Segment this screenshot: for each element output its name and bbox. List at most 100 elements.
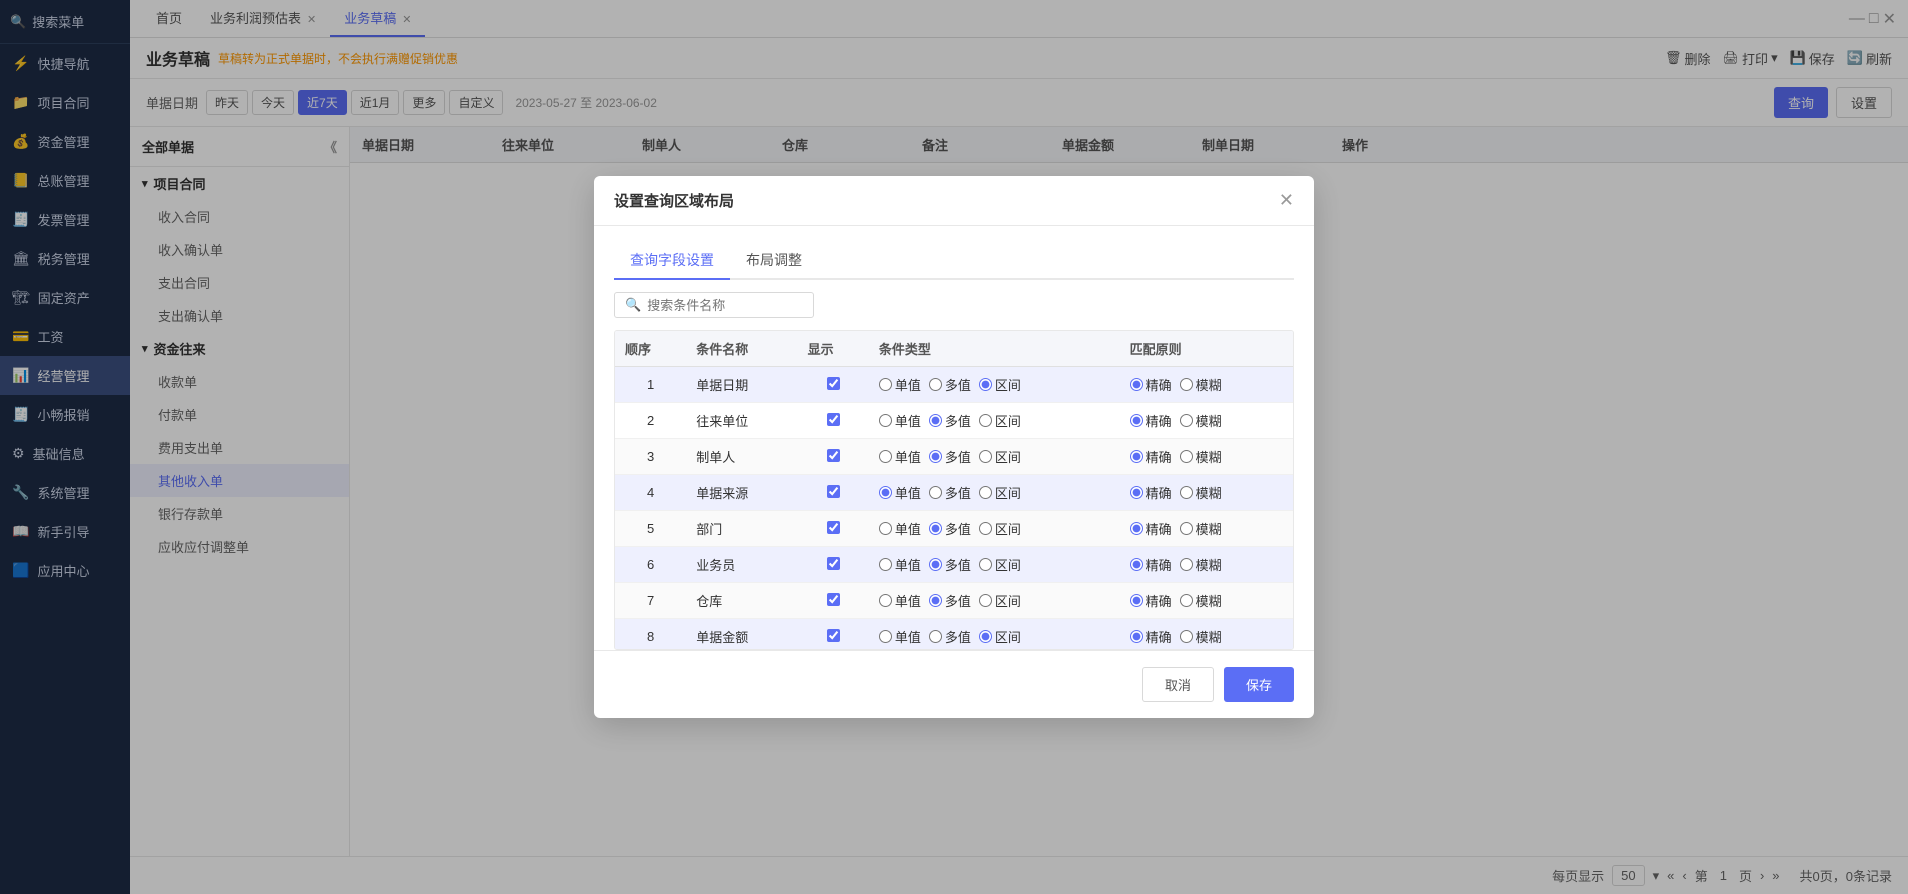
table-row: 4单据来源单值多值区间精确模糊 (615, 475, 1293, 511)
condtype-radio-7-多值[interactable]: 多值 (929, 591, 971, 610)
match-radio-5-精确[interactable]: 精确 (1130, 519, 1172, 538)
condtype-radio-5-多值[interactable]: 多值 (929, 519, 971, 538)
match-radio-6-模糊[interactable]: 模糊 (1180, 555, 1222, 574)
dialog-tab-查询字段设置[interactable]: 查询字段设置 (614, 242, 730, 280)
dialog-th-条件名称: 条件名称 (686, 331, 797, 367)
condtype-radio-1-区间[interactable]: 区间 (979, 375, 1021, 394)
row-order-4: 4 (615, 475, 686, 511)
row-match-5: 精确模糊 (1120, 511, 1293, 547)
condtype-radio-2-单值[interactable]: 单值 (879, 411, 921, 430)
cancel-button[interactable]: 取消 (1142, 667, 1214, 702)
row-order-6: 6 (615, 547, 686, 583)
condtype-radio-5-区间[interactable]: 区间 (979, 519, 1021, 538)
match-radio-4-模糊[interactable]: 模糊 (1180, 483, 1222, 502)
condtype-radio-6-区间[interactable]: 区间 (979, 555, 1021, 574)
conditions-table: 顺序条件名称显示条件类型匹配原则 1单据日期单值多值区间精确模糊2往来单位单值多… (615, 331, 1293, 650)
match-radio-7-精确[interactable]: 精确 (1130, 591, 1172, 610)
dialog-save-button[interactable]: 保存 (1224, 667, 1294, 702)
modal-overlay: 设置查询区域布局 ✕ 查询字段设置布局调整 🔍 顺序条件名称显示条件类型匹配原则… (0, 0, 1908, 894)
condtype-radio-4-区间[interactable]: 区间 (979, 483, 1021, 502)
dialog-th-显示: 显示 (798, 331, 869, 367)
row-condtype-8: 单值多值区间 (869, 619, 1120, 651)
row-match-7: 精确模糊 (1120, 583, 1293, 619)
show-checkbox-5[interactable] (827, 521, 840, 534)
show-checkbox-3[interactable] (827, 449, 840, 462)
row-condtype-6: 单值多值区间 (869, 547, 1120, 583)
match-radio-8-模糊[interactable]: 模糊 (1180, 627, 1222, 646)
show-checkbox-1[interactable] (827, 377, 840, 390)
condtype-radio-1-多值[interactable]: 多值 (929, 375, 971, 394)
match-radio-5-模糊[interactable]: 模糊 (1180, 519, 1222, 538)
match-radio-3-模糊[interactable]: 模糊 (1180, 447, 1222, 466)
dialog: 设置查询区域布局 ✕ 查询字段设置布局调整 🔍 顺序条件名称显示条件类型匹配原则… (594, 176, 1314, 718)
condition-search-input[interactable] (647, 298, 803, 313)
condtype-radio-6-单值[interactable]: 单值 (879, 555, 921, 574)
show-checkbox-2[interactable] (827, 413, 840, 426)
row-name-4: 单据来源 (686, 475, 797, 511)
show-checkbox-4[interactable] (827, 485, 840, 498)
row-match-3: 精确模糊 (1120, 439, 1293, 475)
row-show-2 (798, 403, 869, 439)
row-order-2: 2 (615, 403, 686, 439)
row-show-6 (798, 547, 869, 583)
row-name-2: 往来单位 (686, 403, 797, 439)
row-match-4: 精确模糊 (1120, 475, 1293, 511)
row-condtype-1: 单值多值区间 (869, 367, 1120, 403)
match-radio-2-精确[interactable]: 精确 (1130, 411, 1172, 430)
row-match-6: 精确模糊 (1120, 547, 1293, 583)
dialog-th-匹配原则: 匹配原则 (1120, 331, 1293, 367)
condtype-radio-4-多值[interactable]: 多值 (929, 483, 971, 502)
conditions-table-scroll[interactable]: 顺序条件名称显示条件类型匹配原则 1单据日期单值多值区间精确模糊2往来单位单值多… (614, 330, 1294, 650)
condition-search-box: 🔍 (614, 292, 814, 318)
condtype-radio-8-单值[interactable]: 单值 (879, 627, 921, 646)
dialog-tab-布局调整[interactable]: 布局调整 (730, 242, 818, 280)
row-name-8: 单据金额 (686, 619, 797, 651)
table-row: 8单据金额单值多值区间精确模糊 (615, 619, 1293, 651)
row-condtype-7: 单值多值区间 (869, 583, 1120, 619)
dialog-close-button[interactable]: ✕ (1279, 190, 1294, 211)
row-name-1: 单据日期 (686, 367, 797, 403)
table-row: 7仓库单值多值区间精确模糊 (615, 583, 1293, 619)
condtype-radio-3-单值[interactable]: 单值 (879, 447, 921, 466)
row-condtype-3: 单值多值区间 (869, 439, 1120, 475)
condtype-radio-2-区间[interactable]: 区间 (979, 411, 1021, 430)
row-condtype-5: 单值多值区间 (869, 511, 1120, 547)
match-radio-3-精确[interactable]: 精确 (1130, 447, 1172, 466)
match-radio-2-模糊[interactable]: 模糊 (1180, 411, 1222, 430)
table-row: 2往来单位 单值多值区间 精确模糊 (615, 403, 1293, 439)
condtype-radio-1-单值[interactable]: 单值 (879, 375, 921, 394)
show-checkbox-6[interactable] (827, 557, 840, 570)
show-checkbox-7[interactable] (827, 593, 840, 606)
row-order-1: 1 (615, 367, 686, 403)
condtype-radio-6-多值[interactable]: 多值 (929, 555, 971, 574)
match-radio-8-精确[interactable]: 精确 (1130, 627, 1172, 646)
row-name-6: 业务员 (686, 547, 797, 583)
match-radio-4-精确[interactable]: 精确 (1130, 483, 1172, 502)
row-show-4 (798, 475, 869, 511)
match-radio-6-精确[interactable]: 精确 (1130, 555, 1172, 574)
row-condtype-4: 单值多值区间 (869, 475, 1120, 511)
condtype-radio-2-多值[interactable]: 多值 (929, 411, 971, 430)
condtype-radio-3-多值[interactable]: 多值 (929, 447, 971, 466)
condtype-radio-5-单值[interactable]: 单值 (879, 519, 921, 538)
match-radio-1-模糊[interactable]: 模糊 (1180, 375, 1222, 394)
condtype-radio-7-区间[interactable]: 区间 (979, 591, 1021, 610)
condtype-radio-7-单值[interactable]: 单值 (879, 591, 921, 610)
row-show-1 (798, 367, 869, 403)
match-radio-7-模糊[interactable]: 模糊 (1180, 591, 1222, 610)
condtype-radio-8-区间[interactable]: 区间 (979, 627, 1021, 646)
condtype-radio-4-单值[interactable]: 单值 (879, 483, 921, 502)
search-icon: 🔍 (625, 297, 641, 313)
row-match-1: 精确模糊 (1120, 367, 1293, 403)
condtype-radio-8-多值[interactable]: 多值 (929, 627, 971, 646)
dialog-tabs: 查询字段设置布局调整 (614, 242, 1294, 280)
dialog-header: 设置查询区域布局 ✕ (594, 176, 1314, 226)
show-checkbox-8[interactable] (827, 629, 840, 642)
row-order-3: 3 (615, 439, 686, 475)
row-name-5: 部门 (686, 511, 797, 547)
dialog-th-顺序: 顺序 (615, 331, 686, 367)
match-radio-1-精确[interactable]: 精确 (1130, 375, 1172, 394)
dialog-body: 查询字段设置布局调整 🔍 顺序条件名称显示条件类型匹配原则 1单据日期单值多值区… (594, 226, 1314, 650)
condtype-radio-3-区间[interactable]: 区间 (979, 447, 1021, 466)
row-name-3: 制单人 (686, 439, 797, 475)
